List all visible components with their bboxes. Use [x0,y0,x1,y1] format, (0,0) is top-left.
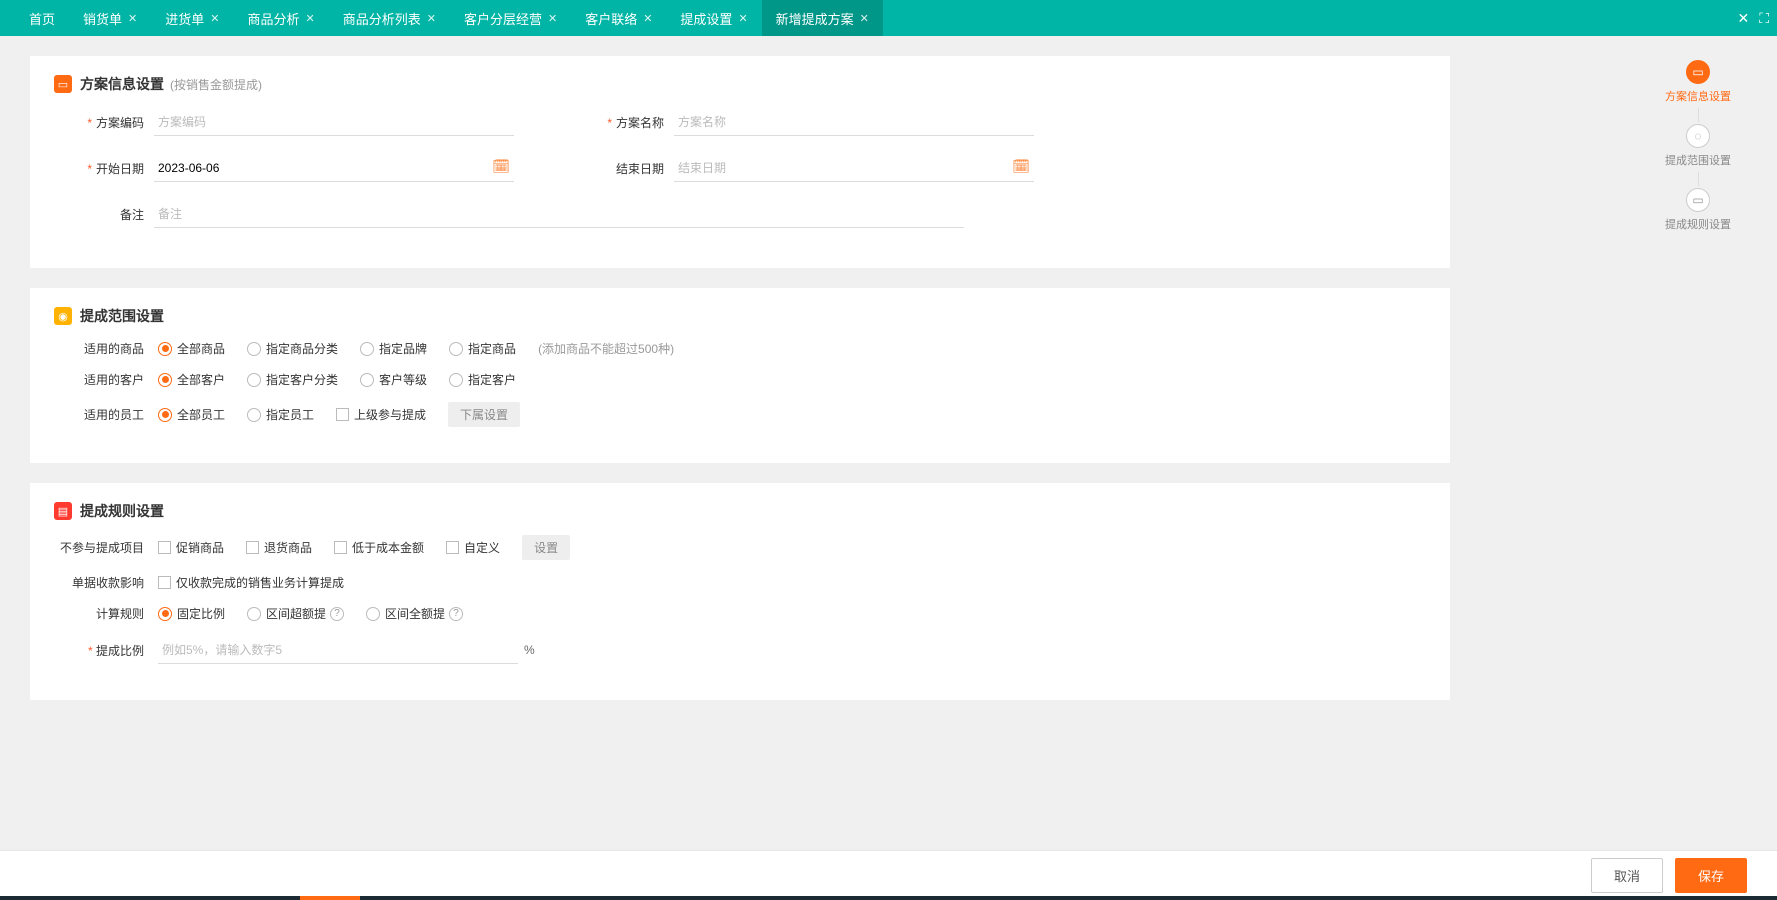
radio-goods-specific[interactable]: 指定商品 [449,340,516,357]
label-end-date: 结束日期 [574,160,664,177]
radio-cust-category[interactable]: 指定客户分类 [247,371,338,388]
cancel-button[interactable]: 取消 [1591,858,1663,893]
section-plan-info: ▭ 方案信息设置 (按销售金额提成) 方案编码 方案名称 开始日期 🗓 [30,56,1450,268]
radio-cust-level[interactable]: 客户等级 [360,371,427,388]
tab-bar: 首页销货单✕进货单✕商品分析✕商品分析列表✕客户分层经营✕客户联络✕提成设置✕新… [0,0,1777,36]
tab-close-icon[interactable]: ✕ [306,12,315,25]
label-exclude: 不参与提成项目 [54,539,144,556]
exclude-settings-button[interactable]: 设置 [522,535,570,560]
tab-3[interactable]: 商品分析✕ [233,0,328,36]
check-custom[interactable]: 自定义 [446,539,500,556]
expand-icon[interactable]: ⛶ [1759,10,1769,27]
label-payment-effect: 单据收款影响 [54,574,144,591]
section-rule: ▤ 提成规则设置 不参与提成项目 促销商品 退货商品 低于成本金额 自定义 设置… [30,483,1450,700]
section-title: 提成范围设置 [80,306,164,326]
anchor-nav: ▭ 方案信息设置 ◌ 提成范围设置 ▭ 提成规则设置 [1653,60,1743,236]
radio-cust-specific[interactable]: 指定客户 [449,371,516,388]
radio-cust-all[interactable]: 全部客户 [158,371,225,388]
tab-close-icon[interactable]: ✕ [643,12,652,25]
tab-close-icon[interactable]: ✕ [738,12,747,25]
ratio-input[interactable] [158,636,518,664]
radio-goods-brand[interactable]: 指定品牌 [360,340,427,357]
tab-7[interactable]: 提成设置✕ [666,0,761,36]
anchor-plan-info[interactable]: ▭ 方案信息设置 [1653,60,1743,104]
section-icon: ▭ [54,75,72,93]
section-subtitle: (按销售金额提成) [170,76,262,93]
section-title: 方案信息设置 [80,74,164,94]
plan-code-input[interactable] [154,108,514,136]
radio-emp-specific[interactable]: 指定员工 [247,406,314,423]
radio-emp-all[interactable]: 全部员工 [158,406,225,423]
help-icon[interactable]: ? [449,607,463,621]
section-icon: ▤ [54,502,72,520]
label-start-date: 开始日期 [54,160,144,177]
close-all-icon[interactable]: ✕ [1737,10,1749,27]
tab-0[interactable]: 首页 [15,0,69,36]
end-date-input[interactable] [674,154,1034,182]
goods-hint: (添加商品不能超过500种) [538,340,674,357]
tab-close-icon[interactable]: ✕ [427,12,436,25]
help-icon[interactable]: ? [330,607,344,621]
radio-rule-fixed[interactable]: 固定比例 [158,605,225,622]
label-plan-code: 方案编码 [54,114,144,131]
label-calc-rule: 计算规则 [54,605,144,622]
footer-bar: 取消 保存 [0,850,1777,900]
check-paid-only[interactable]: 仅收款完成的销售业务计算提成 [158,574,344,591]
check-return-goods[interactable]: 退货商品 [246,539,312,556]
tab-5[interactable]: 客户分层经营✕ [450,0,571,36]
radio-goods-category[interactable]: 指定商品分类 [247,340,338,357]
tab-8[interactable]: 新增提成方案✕ [762,0,883,36]
label-employees: 适用的员工 [54,406,144,423]
subordinate-settings-button[interactable]: 下属设置 [448,402,520,427]
tab-close-icon[interactable]: ✕ [210,12,219,25]
label-ratio: 提成比例 [96,644,144,658]
tab-close-icon[interactable]: ✕ [548,12,557,25]
radio-goods-all[interactable]: 全部商品 [158,340,225,357]
radio-rule-tier-full[interactable]: 区间全额提? [366,605,463,622]
radio-rule-tier-excess[interactable]: 区间超额提? [247,605,344,622]
label-plan-name: 方案名称 [574,114,664,131]
anchor-scope[interactable]: ◌ 提成范围设置 [1653,124,1743,168]
check-superior-join[interactable]: 上级参与提成 [336,406,426,423]
remark-input[interactable] [154,200,964,228]
check-promo-goods[interactable]: 促销商品 [158,539,224,556]
tab-6[interactable]: 客户联络✕ [571,0,666,36]
save-button[interactable]: 保存 [1675,858,1747,893]
tab-2[interactable]: 进货单✕ [151,0,233,36]
tab-1[interactable]: 销货单✕ [69,0,151,36]
plan-name-input[interactable] [674,108,1034,136]
check-below-cost[interactable]: 低于成本金额 [334,539,424,556]
label-customers: 适用的客户 [54,371,144,388]
ratio-unit: % [524,643,535,657]
start-date-input[interactable] [154,154,514,182]
tab-4[interactable]: 商品分析列表✕ [329,0,450,36]
section-scope: ◉ 提成范围设置 适用的商品 全部商品 指定商品分类 指定品牌 指定商品 (添加… [30,288,1450,463]
label-remark: 备注 [54,206,144,223]
bottom-strip [0,896,1777,900]
section-title: 提成规则设置 [80,501,164,521]
tab-close-icon[interactable]: ✕ [128,12,137,25]
label-goods: 适用的商品 [54,340,144,357]
anchor-rule[interactable]: ▭ 提成规则设置 [1653,188,1743,232]
tab-close-icon[interactable]: ✕ [860,12,869,25]
section-icon: ◉ [54,307,72,325]
